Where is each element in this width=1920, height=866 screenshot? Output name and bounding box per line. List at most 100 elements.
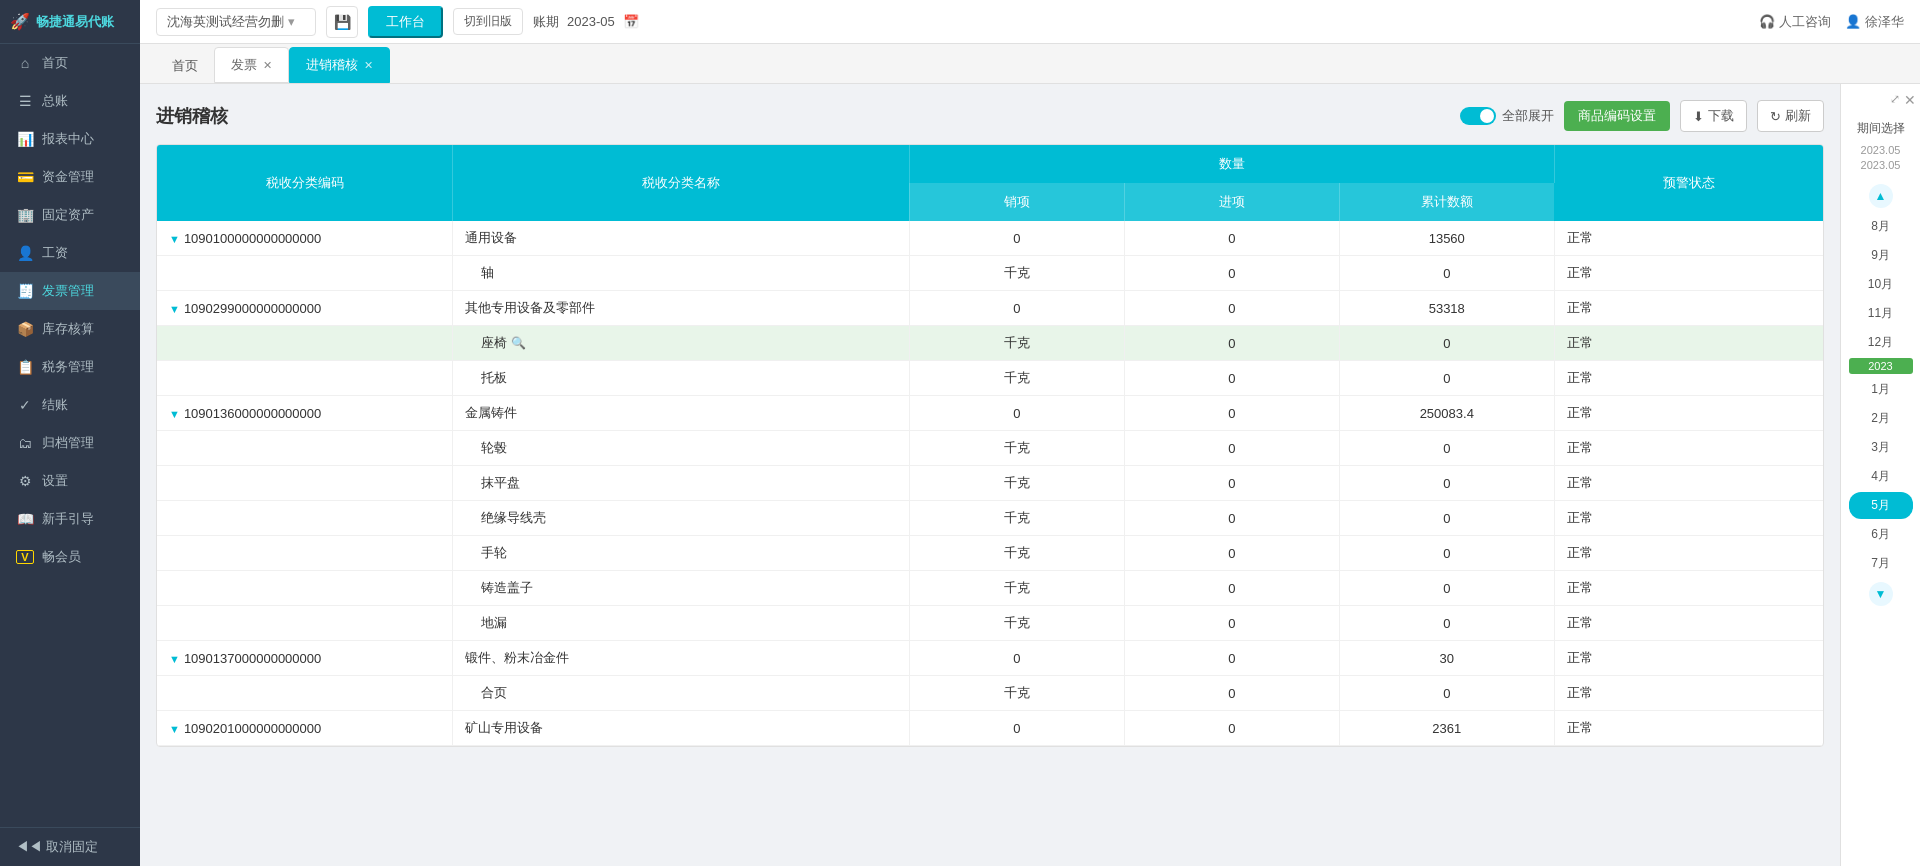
sidebar-item-reports[interactable]: 📊 报表中心 [0,120,140,158]
cell-status: 正常 [1554,501,1823,536]
cell-purchase: 0 [1339,676,1554,711]
cell-unit: 千克 [909,501,1124,536]
cell-purchase: 0 [1339,571,1554,606]
expand-toggle-container: 全部展开 [1460,107,1554,125]
cell-status: 正常 [1554,676,1823,711]
cell-code [157,431,453,466]
expand-toggle-label: 全部展开 [1502,107,1554,125]
tab-reconcile[interactable]: 进销稽核 ✕ [289,47,390,83]
sidebar-item-label: 首页 [42,54,68,72]
cell-code [157,501,453,536]
cell-code [157,361,453,396]
month-item-1[interactable]: 1月 [1849,376,1913,403]
cell-sales: 0 [909,711,1124,746]
panel-close-button[interactable]: ✕ [1904,92,1916,108]
calendar-icon[interactable]: 📅 [623,14,639,29]
expand-icon[interactable]: ▼ [169,723,180,735]
logo-text: 畅捷通易代账 [36,13,114,31]
workbench-button[interactable]: 工作台 [368,6,443,38]
sidebar-item-home[interactable]: ⌂ 首页 [0,44,140,82]
sidebar-item-guide[interactable]: 📖 新手引导 [0,500,140,538]
tab-home[interactable]: 首页 [156,49,214,83]
sidebar-item-inventory[interactable]: 📦 库存核算 [0,310,140,348]
cell-purchase: 0 [1339,361,1554,396]
cell-code [157,571,453,606]
save-draft-button[interactable]: 💾 [326,6,358,38]
sidebar-footer-label: ◀◀ 取消固定 [16,838,98,856]
funds-icon: 💳 [16,169,34,185]
service-button[interactable]: 🎧 人工咨询 [1759,13,1831,31]
code-settings-button[interactable]: 商品编码设置 [1564,101,1670,131]
archive-icon: 🗂 [16,435,34,451]
scroll-down-button[interactable]: ▼ [1869,582,1893,606]
month-item-12[interactable]: 12月 [1849,329,1913,356]
sidebar-item-checkout[interactable]: ✓ 结账 [0,386,140,424]
scroll-up-button[interactable]: ▲ [1869,184,1893,208]
cell-sales: 0 [909,291,1124,326]
tab-invoice-close[interactable]: ✕ [263,59,272,72]
cell-status: 正常 [1554,571,1823,606]
sidebar-unpin-button[interactable]: ◀◀ 取消固定 [0,827,140,866]
company-selector[interactable]: 沈海英测试经营勿删 ▾ [156,8,316,36]
sidebar-item-payroll[interactable]: 👤 工资 [0,234,140,272]
cell-total: 2361 [1339,711,1554,746]
expand-icon[interactable]: ▼ [169,303,180,315]
month-item-2[interactable]: 2月 [1849,405,1913,432]
page-title-bar: 进销稽核 全部展开 商品编码设置 ⬇ 下载 [156,100,1824,132]
expand-icon[interactable]: ▼ [169,408,180,420]
month-item-8[interactable]: 8月 [1849,213,1913,240]
cell-sales: 0 [1124,606,1339,641]
cell-status: 正常 [1554,221,1823,256]
cell-sales: 0 [1124,361,1339,396]
service-label: 人工咨询 [1779,13,1831,31]
download-icon: ⬇ [1693,109,1704,124]
sidebar-item-assets[interactable]: 🏢 固定资产 [0,196,140,234]
refresh-label: 刷新 [1785,107,1811,125]
cell-purchase: 0 [1124,711,1339,746]
save-icon: 💾 [334,14,351,30]
expand-toggle[interactable] [1460,107,1496,125]
cell-code [157,676,453,711]
sidebar-item-funds[interactable]: 💳 资金管理 [0,158,140,196]
invoice-icon: 🧾 [16,283,34,299]
month-item-10[interactable]: 10月 [1849,271,1913,298]
month-item-3[interactable]: 3月 [1849,434,1913,461]
month-item-4[interactable]: 4月 [1849,463,1913,490]
table-row: 地漏 千克 0 0 正常 [157,606,1823,641]
sidebar-item-member[interactable]: V 畅会员 [0,538,140,576]
panel-maximize-button[interactable]: ⤢ [1890,92,1900,106]
cell-code: ▼1090299000000000000 [157,291,453,326]
switch-old-label: 切到旧版 [464,14,512,28]
toggle-knob [1480,109,1494,123]
sidebar-item-invoice[interactable]: 🧾 发票管理 [0,272,140,310]
page-title: 进销稽核 [156,104,228,128]
sidebar-item-settings[interactable]: ⚙ 设置 [0,462,140,500]
cell-name: 抹平盘 [453,466,910,501]
refresh-button[interactable]: ↻ 刷新 [1757,100,1824,132]
sidebar-item-label: 归档管理 [42,434,94,452]
tab-reconcile-close[interactable]: ✕ [364,59,373,72]
download-button[interactable]: ⬇ 下载 [1680,100,1747,132]
expand-icon[interactable]: ▼ [169,233,180,245]
month-item-6[interactable]: 6月 [1849,521,1913,548]
sidebar-item-label: 税务管理 [42,358,94,376]
cell-purchase: 0 [1124,641,1339,676]
cell-status: 正常 [1554,711,1823,746]
tab-invoice[interactable]: 发票 ✕ [214,47,289,83]
sidebar-item-ledger[interactable]: ☰ 总账 [0,82,140,120]
expand-icon[interactable]: ▼ [169,653,180,665]
sidebar-item-archive[interactable]: 🗂 归档管理 [0,424,140,462]
month-item-11[interactable]: 11月 [1849,300,1913,327]
topbar-right: 🎧 人工咨询 👤 徐泽华 [1759,13,1904,31]
user-profile[interactable]: 👤 徐泽华 [1845,13,1904,31]
search-icon[interactable]: 🔍 [511,336,526,350]
cell-total: 53318 [1339,291,1554,326]
month-item-9[interactable]: 9月 [1849,242,1913,269]
month-item-7[interactable]: 7月 [1849,550,1913,577]
sidebar-item-tax[interactable]: 📋 税务管理 [0,348,140,386]
cell-purchase: 0 [1124,396,1339,431]
month-item-5[interactable]: 5月 [1849,492,1913,519]
right-panel: ✕ ⤢ 期间选择 2023.05 2023.05 ▲ 8月 9月 10月 11月… [1840,84,1920,866]
switch-old-button[interactable]: 切到旧版 [453,8,523,35]
cell-status: 正常 [1554,326,1823,361]
